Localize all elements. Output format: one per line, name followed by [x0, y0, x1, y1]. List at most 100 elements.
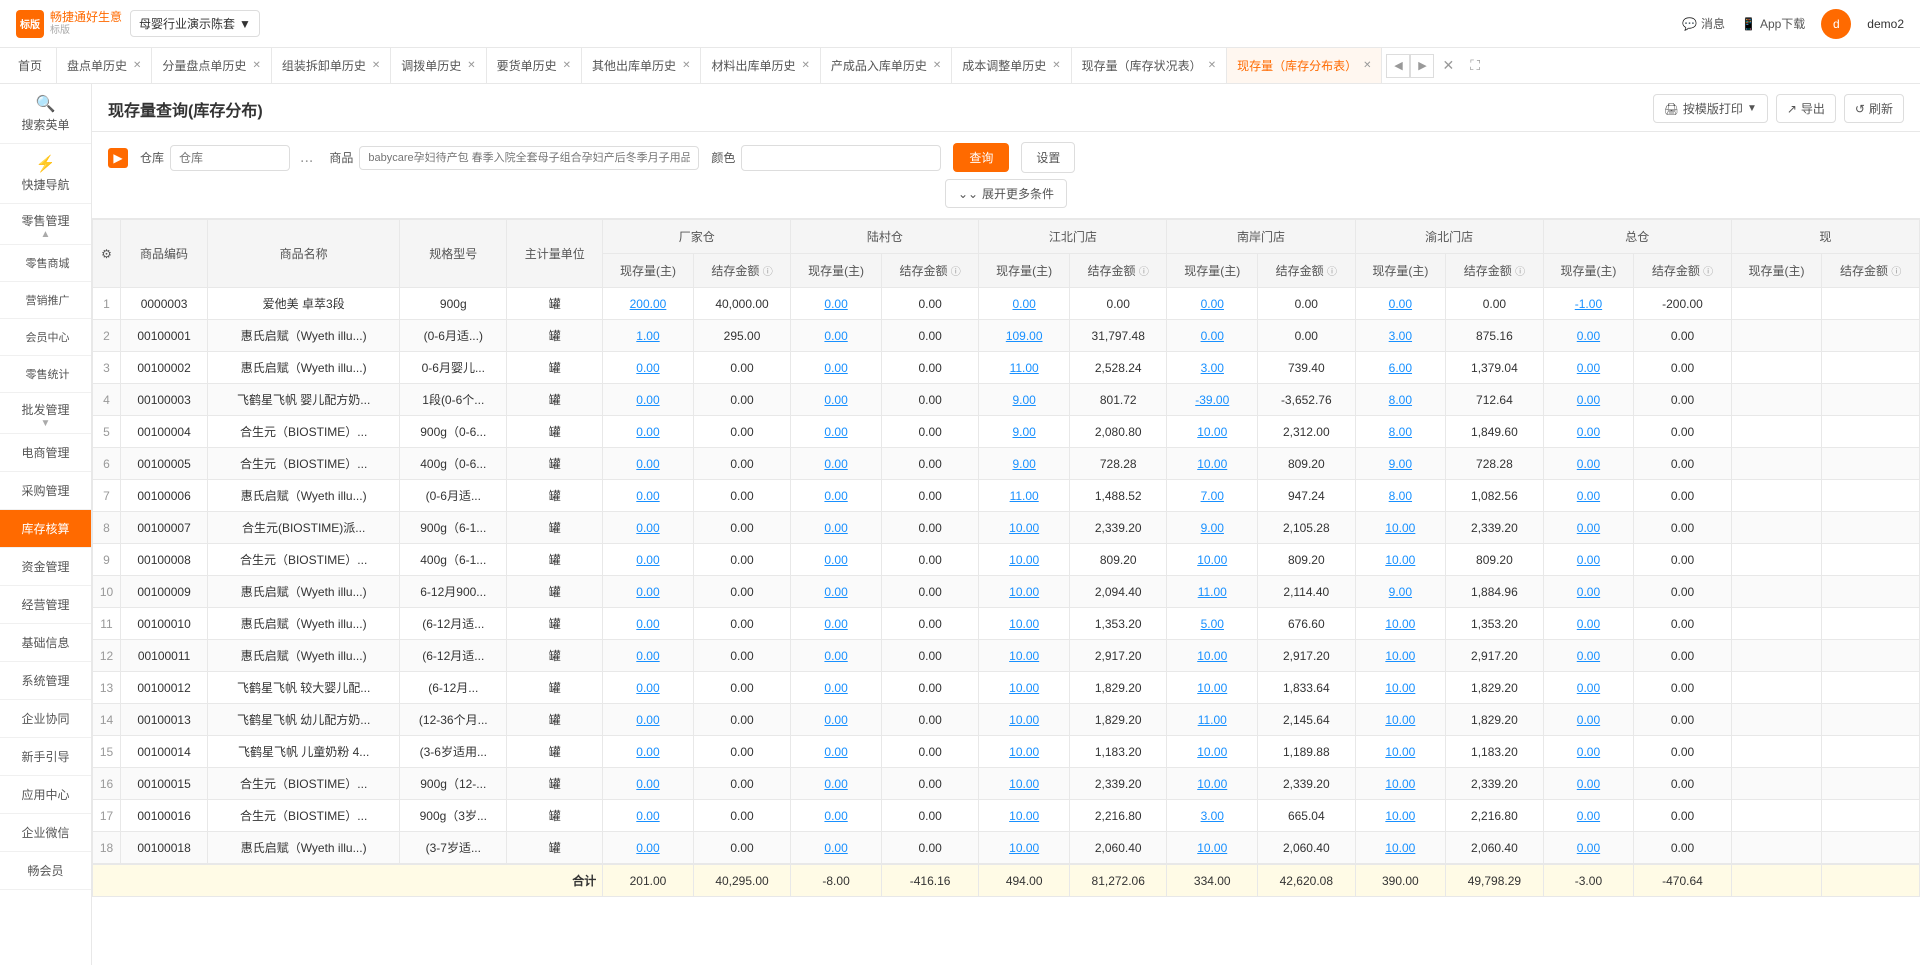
tab-expand-btn[interactable]: ⛶: [1462, 57, 1488, 74]
user-avatar[interactable]: d: [1821, 9, 1851, 39]
tab-close-all-btn[interactable]: ✕: [1434, 57, 1462, 74]
tab-item-10[interactable]: 现存量（库存分布表） ✕: [1227, 48, 1382, 84]
tab-close-1[interactable]: ✕: [252, 60, 260, 71]
summary-w3-stock: 494.00: [979, 864, 1070, 897]
tab-item-4[interactable]: 要货单历史 ✕: [487, 48, 582, 84]
sidebar-quicknav-label: 快捷导航: [4, 176, 87, 193]
tab-close-9[interactable]: ✕: [1208, 60, 1216, 71]
sidebar-item-member[interactable]: 会员中心: [0, 319, 91, 356]
summary-w4-amount: 42,620.08: [1258, 864, 1356, 897]
refresh-icon: ↺: [1855, 102, 1865, 116]
tab-next-btn[interactable]: ▶: [1410, 54, 1434, 78]
expand-more-btn[interactable]: ⌄⌄ 展开更多条件: [945, 179, 1067, 208]
sidebar-item-wholesale[interactable]: 批发管理 ▼: [0, 393, 91, 434]
table-row: 1000100009惠氏启赋（Wyeth illu...)6-12月900...…: [93, 576, 1920, 608]
tab-item-6[interactable]: 材料出库单历史 ✕: [701, 48, 820, 84]
settings-icon[interactable]: ⚙: [101, 247, 112, 261]
sidebar-item-quicknav[interactable]: ⚡ 快捷导航: [0, 144, 91, 204]
sidebar-search-label: 搜索英单: [4, 116, 87, 133]
sidebar-item-inventory[interactable]: 库存核算: [0, 510, 91, 548]
refresh-btn[interactable]: ↺ 刷新: [1844, 94, 1904, 123]
sidebar-item-operations[interactable]: 经营管理: [0, 586, 91, 624]
tab-item-5[interactable]: 其他出库单历史 ✕: [582, 48, 701, 84]
page-title: 现存量查询(库存分布): [108, 97, 263, 121]
query-btn[interactable]: 查询: [953, 143, 1009, 172]
tab-label-7: 产成品入库单历史: [831, 57, 927, 74]
tab-item-8[interactable]: 成本调整单历史 ✕: [952, 48, 1071, 84]
sidebar-item-ecommerce[interactable]: 电商管理: [0, 434, 91, 472]
th-w2-stock: 现存量(主): [979, 254, 1070, 288]
tab-prev-btn[interactable]: ◀: [1386, 54, 1410, 78]
sidebar-item-retail-stats[interactable]: 零售统计: [0, 356, 91, 393]
th-w0-stock: 现存量(主): [603, 254, 694, 288]
th-settings: ⚙: [93, 220, 121, 288]
sidebar-item-retail[interactable]: 零售管理 ▲: [0, 204, 91, 245]
system-label: 系统管理: [4, 672, 87, 689]
tab-close-7[interactable]: ✕: [933, 60, 941, 71]
sidebar-item-basics[interactable]: 基础信息: [0, 624, 91, 662]
sidebar-item-search[interactable]: 🔍 搜索英单: [0, 84, 91, 144]
chevron-down-icon-4: ⌄⌄: [958, 187, 978, 201]
tab-item-2[interactable]: 组装拆卸单历史 ✕: [272, 48, 391, 84]
tab-close-5[interactable]: ✕: [682, 60, 690, 71]
tab-item-7[interactable]: 产成品入库单历史 ✕: [821, 48, 952, 84]
tab-label-5: 其他出库单历史: [592, 57, 676, 74]
sidebar-item-guide[interactable]: 新手引导: [0, 738, 91, 776]
sidebar-item-membership[interactable]: 畅会员: [0, 852, 91, 890]
color-label: 颜色: [711, 149, 735, 166]
marketing-label: 营销推广: [8, 292, 87, 308]
tab-close-0[interactable]: ✕: [133, 60, 141, 71]
logo-icon-text: 标版: [20, 16, 40, 31]
th-w4-stock: 现存量(主): [1355, 254, 1446, 288]
tab-item-9[interactable]: 现存量（库存状况表） ✕: [1072, 48, 1227, 84]
membership-label: 畅会员: [4, 862, 87, 879]
app-download-btn[interactable]: 📱 App下载: [1741, 15, 1805, 32]
tab-close-3[interactable]: ✕: [467, 60, 475, 71]
export-btn[interactable]: ↗ 导出: [1776, 94, 1836, 123]
table-row: 700100006惠氏启赋（Wyeth illu...)(0-6月适...罐0.…: [93, 480, 1920, 512]
sidebar-item-purchase[interactable]: 采购管理: [0, 472, 91, 510]
th-w3-stock: 现存量(主): [1167, 254, 1258, 288]
sidebar-item-retail-mall[interactable]: 零售商城: [0, 245, 91, 282]
print-btn[interactable]: 🖨 按模版打印 ▼: [1653, 94, 1768, 123]
th-warehouse-2: 江北门店: [979, 220, 1167, 254]
basics-label: 基础信息: [4, 634, 87, 651]
sidebar-item-finance[interactable]: 资金管理: [0, 548, 91, 586]
sidebar-item-wechat[interactable]: 企业微信: [0, 814, 91, 852]
tab-item-0[interactable]: 盘点单历史 ✕: [57, 48, 152, 84]
sidebar-item-marketing[interactable]: 营销推广: [0, 282, 91, 319]
filter-row: ▶ 仓库 ... 商品 颜色 查询 设置: [108, 142, 1904, 173]
warehouse-input[interactable]: [170, 145, 290, 171]
th-unit: 主计量单位: [507, 220, 603, 288]
tab-close-2[interactable]: ✕: [372, 60, 380, 71]
guide-label: 新手引导: [4, 748, 87, 765]
filter-collapse-btn[interactable]: ▶: [108, 148, 128, 168]
user-name[interactable]: demo2: [1867, 17, 1904, 31]
message-btn[interactable]: 💬 消息: [1682, 15, 1725, 32]
color-input[interactable]: [741, 145, 941, 171]
logo-icon: 标版: [16, 10, 44, 38]
sidebar-item-system[interactable]: 系统管理: [0, 662, 91, 700]
tab-close-6[interactable]: ✕: [801, 60, 809, 71]
tab-close-4[interactable]: ✕: [563, 60, 571, 71]
warehouse-dots[interactable]: ...: [296, 149, 317, 167]
table-row: 1600100015合生元（BIOSTIME）...900g（12-...罐0.…: [93, 768, 1920, 800]
warehouse-label: 仓库: [140, 149, 164, 166]
settings-btn[interactable]: 设置: [1021, 142, 1075, 173]
th-warehouse-6: 现: [1731, 220, 1919, 254]
tab-label-6: 材料出库单历史: [711, 57, 795, 74]
tab-label-1: 分量盘点单历史: [162, 57, 246, 74]
tab-label-2: 组装拆卸单历史: [282, 57, 366, 74]
table-row: 500100004合生元（BIOSTIME）...900g（0-6...罐0.0…: [93, 416, 1920, 448]
tab-item-1[interactable]: 分量盘点单历史 ✕: [152, 48, 271, 84]
tab-item-3[interactable]: 调拨单历史 ✕: [391, 48, 486, 84]
th-warehouse-5: 总仓: [1543, 220, 1731, 254]
tab-home[interactable]: 首页: [4, 48, 57, 84]
tab-close-8[interactable]: ✕: [1052, 60, 1060, 71]
sidebar-item-enterprise[interactable]: 企业协同: [0, 700, 91, 738]
sidebar-item-appcenter[interactable]: 应用中心: [0, 776, 91, 814]
filter-area: ▶ 仓库 ... 商品 颜色 查询 设置 ⌄⌄: [92, 132, 1920, 219]
goods-input[interactable]: [359, 146, 699, 170]
tab-close-10[interactable]: ✕: [1363, 60, 1371, 71]
industry-selector[interactable]: 母婴行业演示陈套 ▼: [130, 10, 260, 37]
